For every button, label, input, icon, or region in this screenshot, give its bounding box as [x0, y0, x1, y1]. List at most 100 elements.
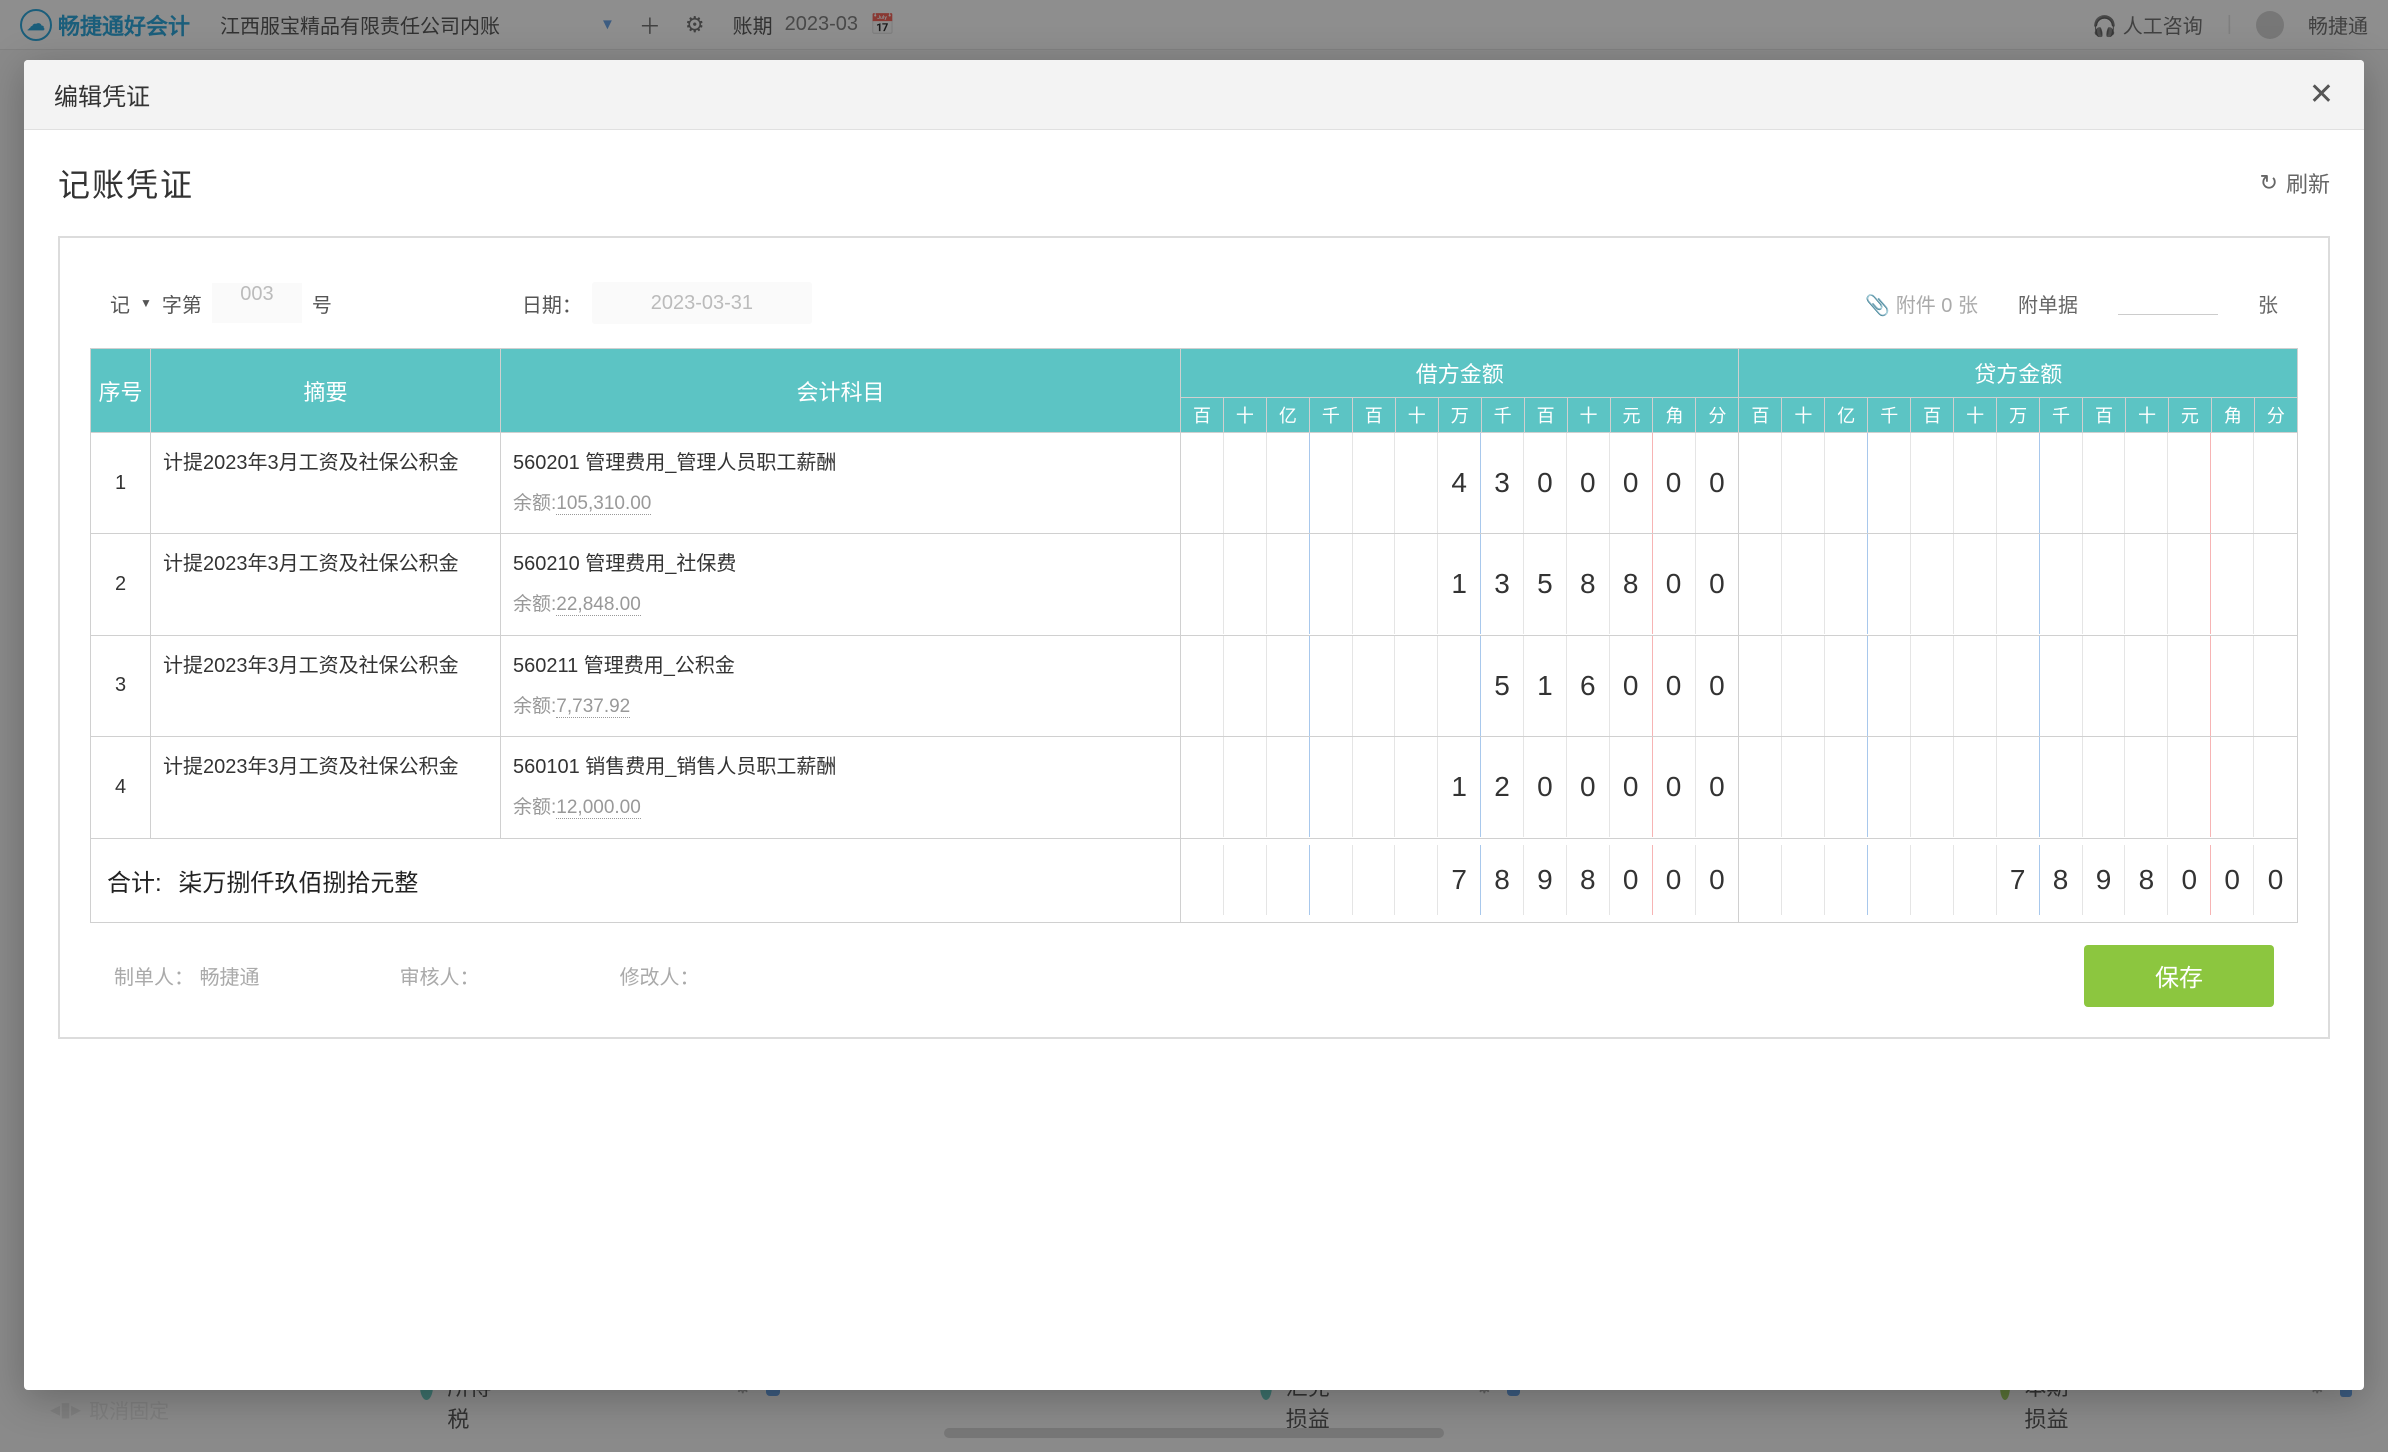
refresh-button[interactable]: ↻ 刷新	[2260, 167, 2330, 199]
digit-cell	[2211, 433, 2254, 533]
table-row[interactable]: 4计提2023年3月工资及社保公积金560101 销售费用_销售人员职工薪酬余额…	[91, 737, 2298, 838]
digit-cell: 1	[1438, 534, 1481, 634]
digit-cell	[1181, 534, 1224, 634]
modal-title: 编辑凭证	[54, 77, 150, 112]
digit-cell	[1438, 636, 1481, 736]
digit-cell	[2254, 433, 2297, 533]
digit-cell: 0	[1653, 845, 1696, 915]
col-debit: 借方金额	[1181, 349, 1739, 398]
debit-amount[interactable]: 1358800	[1181, 534, 1739, 635]
digit-header: 分	[2254, 398, 2297, 433]
digit-cell	[2083, 433, 2126, 533]
subject-cell[interactable]: 560211 管理费用_公积金余额:7,737.92	[501, 635, 1181, 736]
digit-header: 角	[1653, 398, 1696, 433]
credit-amount[interactable]	[1739, 433, 2298, 534]
digit-header: 十	[1223, 398, 1266, 433]
digit-cell: 8	[1567, 534, 1610, 634]
col-summary: 摘要	[151, 349, 501, 433]
digit-cell	[1782, 534, 1825, 634]
digit-cell: 8	[1481, 845, 1524, 915]
digit-cell	[2254, 737, 2297, 837]
digit-cell	[1739, 534, 1782, 634]
subject-cell[interactable]: 560210 管理费用_社保费余额:22,848.00	[501, 534, 1181, 635]
table-row[interactable]: 2计提2023年3月工资及社保公积金560210 管理费用_社保费余额:22,8…	[91, 534, 2298, 635]
digit-header: 角	[2211, 398, 2254, 433]
voucher-paper: 记 ▼ 字第 003 号 日期： 2023-03-31 📎 附件 0 张	[58, 236, 2330, 1039]
digit-cell	[1181, 433, 1224, 533]
digit-cell	[1997, 534, 2040, 634]
digit-cell	[2168, 636, 2211, 736]
digit-cell	[2211, 636, 2254, 736]
digit-cell	[1954, 534, 1997, 634]
digit-cell	[2168, 433, 2211, 533]
digit-cell: 1	[1438, 737, 1481, 837]
digit-cell: 1	[1524, 636, 1567, 736]
digit-header: 十	[1567, 398, 1610, 433]
digit-header: 百	[1352, 398, 1395, 433]
digit-cell	[1782, 636, 1825, 736]
digit-cell: 3	[1481, 433, 1524, 533]
subject-cell[interactable]: 560201 管理费用_管理人员职工薪酬余额:105,310.00	[501, 433, 1181, 534]
digit-cell: 0	[2168, 845, 2211, 915]
digit-cell	[2040, 737, 2083, 837]
digit-header: 亿	[1825, 398, 1868, 433]
debit-amount[interactable]: 1200000	[1181, 737, 1739, 838]
digit-cell: 8	[2125, 845, 2168, 915]
digit-cell: 9	[2083, 845, 2126, 915]
summary-cell[interactable]: 计提2023年3月工资及社保公积金	[151, 737, 501, 838]
credit-amount[interactable]	[1739, 737, 2298, 838]
digit-header: 千	[1309, 398, 1352, 433]
digit-cell	[1395, 534, 1438, 634]
digit-cell: 0	[1696, 433, 1739, 533]
digit-cell	[1181, 845, 1224, 915]
digit-cell	[1954, 845, 1997, 915]
digit-cell: 7	[1438, 845, 1481, 915]
digit-cell: 3	[1481, 534, 1524, 634]
summary-cell[interactable]: 计提2023年3月工资及社保公积金	[151, 635, 501, 736]
digit-cell	[1395, 636, 1438, 736]
digit-cell: 4	[1438, 433, 1481, 533]
digit-cell: 0	[1610, 737, 1653, 837]
attachment-count[interactable]: 📎 附件 0 张	[1865, 289, 1978, 318]
refresh-icon: ↻	[2260, 170, 2278, 196]
total-cell: 合计: 柒万捌仟玖佰捌拾元整	[91, 838, 1181, 922]
footer-row: 制单人： 畅捷通 审核人： 修改人： 保存	[90, 923, 2298, 1007]
col-index: 序号	[91, 349, 151, 433]
digit-cell	[1782, 737, 1825, 837]
summary-cell[interactable]: 计提2023年3月工资及社保公积金	[151, 534, 501, 635]
digit-cell	[1181, 737, 1224, 837]
digit-cell	[1395, 845, 1438, 915]
digit-header: 十	[1954, 398, 1997, 433]
save-button[interactable]: 保存	[2084, 945, 2274, 1007]
digit-header: 分	[1696, 398, 1739, 433]
digit-cell	[1224, 534, 1267, 634]
subject-cell[interactable]: 560101 销售费用_销售人员职工薪酬余额:12,000.00	[501, 737, 1181, 838]
digit-cell	[1267, 737, 1310, 837]
digit-cell	[1997, 636, 2040, 736]
voucher-number-input[interactable]: 003	[212, 283, 302, 323]
debit-amount[interactable]: 516000	[1181, 635, 1739, 736]
summary-cell[interactable]: 计提2023年3月工资及社保公积金	[151, 433, 501, 534]
attach-label: 附单据	[2018, 289, 2078, 318]
debit-amount[interactable]: 4300000	[1181, 433, 1739, 534]
digit-cell	[2168, 534, 2211, 634]
digit-cell	[1395, 433, 1438, 533]
digit-cell	[1911, 845, 1954, 915]
paperclip-icon: 📎	[1865, 295, 1890, 317]
credit-amount[interactable]	[1739, 534, 2298, 635]
close-icon[interactable]: ✕	[2309, 77, 2334, 112]
credit-amount[interactable]	[1739, 635, 2298, 736]
table-row[interactable]: 3计提2023年3月工资及社保公积金560211 管理费用_公积金余额:7,73…	[91, 635, 2298, 736]
digit-cell: 8	[2040, 845, 2083, 915]
voucher-date-input[interactable]: 2023-03-31	[592, 282, 812, 324]
table-row[interactable]: 1计提2023年3月工资及社保公积金560201 管理费用_管理人员职工薪酬余额…	[91, 433, 2298, 534]
digit-cell	[2040, 433, 2083, 533]
total-credit: 7898000	[1739, 838, 2298, 922]
col-subject: 会计科目	[501, 349, 1181, 433]
attach-count-input[interactable]	[2118, 291, 2218, 315]
digit-cell	[1868, 534, 1911, 634]
row-index: 1	[91, 433, 151, 534]
digit-cell	[1782, 845, 1825, 915]
voucher-kind-segment[interactable]: 记 ▼ 字第 003 号	[110, 283, 332, 323]
digit-cell	[1954, 433, 1997, 533]
